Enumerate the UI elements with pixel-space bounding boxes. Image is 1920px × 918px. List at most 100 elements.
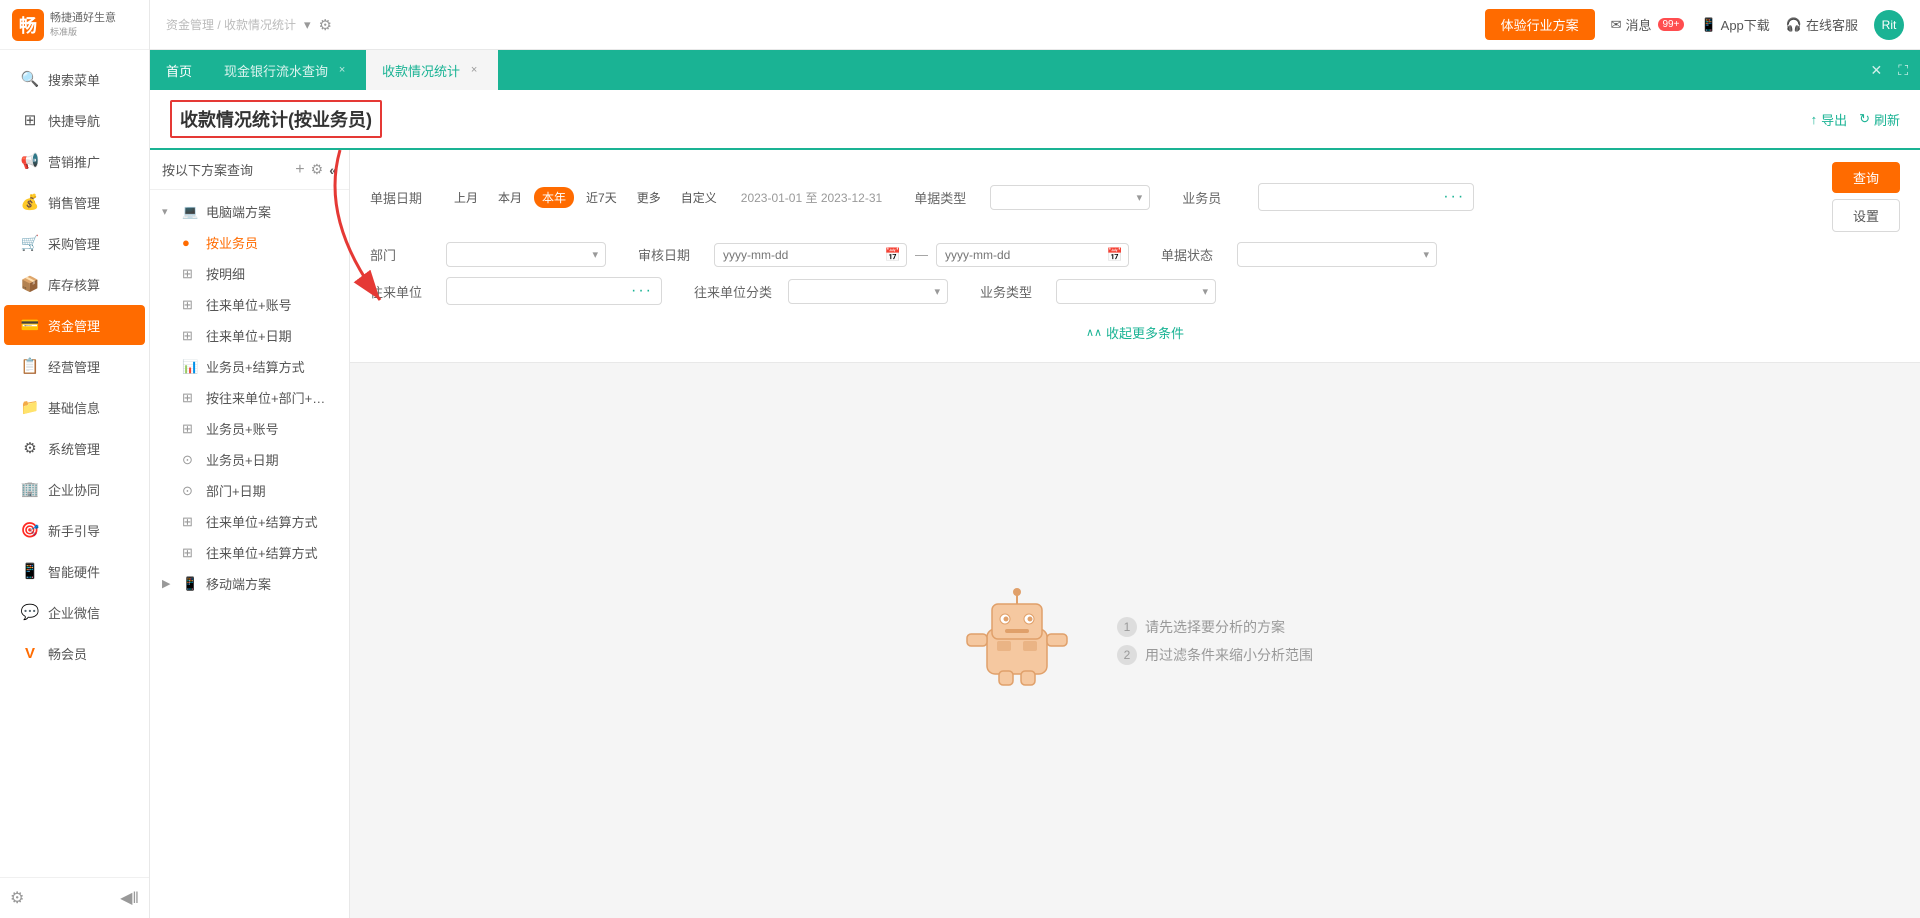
partner-category-select[interactable] — [788, 279, 948, 304]
step-num-2: 2 — [1117, 645, 1137, 665]
sidebar-item-label: 畅会员 — [48, 644, 87, 663]
date-tab-last-month[interactable]: 上月 — [446, 187, 486, 208]
empty-step-1: 1 请先选择要分析的方案 — [1117, 617, 1313, 637]
tab-receipt[interactable]: 收款情况统计 × — [366, 50, 498, 90]
topbar-dropdown-icon[interactable]: ▾ — [304, 17, 311, 33]
sidebar-item-label: 新手引导 — [48, 521, 100, 540]
sidebar-item-wechat[interactable]: 💬 企业微信 — [4, 592, 145, 632]
purchase-icon: 🛒 — [20, 233, 40, 253]
body-content: 1 请先选择要分析的方案 2 用过滤条件来缩小分析范围 — [350, 363, 1920, 918]
tree-item-partner-settle1[interactable]: ⊞ 往来单位+结算方式 — [170, 506, 349, 537]
date-tab-7days[interactable]: 近7天 — [578, 187, 625, 208]
topbar: 资金管理 / 收款情况统计 ▾ ⚙ 体验行业方案 ✉ 消息 99+ 📱 App下… — [150, 0, 1920, 50]
tab-home[interactable]: 首页 — [150, 50, 208, 90]
tree-item-dept-date[interactable]: ⊙ 部门+日期 — [170, 475, 349, 506]
sidebar-settings-icon[interactable]: ⚙ — [10, 888, 24, 908]
sidebar-item-member[interactable]: V 畅会员 — [4, 633, 145, 673]
tree-item-label: 往来单位+结算方式 — [206, 512, 337, 531]
sidebar-item-purchase[interactable]: 🛒 采购管理 — [4, 223, 145, 263]
operation-icon: 📋 — [20, 356, 40, 376]
tree-item-by-salesman[interactable]: ● 按业务员 — [170, 227, 349, 258]
user-avatar[interactable]: Rit — [1874, 10, 1904, 40]
scheme-add-icon[interactable]: + — [295, 161, 304, 179]
doc-status-label: 单据状态 — [1161, 245, 1221, 264]
tree-item-salesman-settle[interactable]: 📊 业务员+结算方式 — [170, 351, 349, 382]
partner-input[interactable] — [455, 284, 631, 299]
tab-expand-icon[interactable]: ⛶ — [1894, 58, 1912, 83]
tree-item-label: 部门+日期 — [206, 481, 337, 500]
salesman-dots[interactable]: ··· — [1443, 188, 1465, 206]
tree-item-salesman-date[interactable]: ⊙ 业务员+日期 — [170, 444, 349, 475]
dept-select[interactable] — [446, 242, 606, 267]
sidebar-item-inventory[interactable]: 📦 库存核算 — [4, 264, 145, 304]
partner-input-wrap: ··· — [446, 277, 662, 305]
doc-type-select[interactable] — [990, 185, 1150, 210]
hardware-icon: 📱 — [20, 561, 40, 581]
scheme-settings-icon[interactable]: ⚙ — [311, 161, 324, 178]
tabs-bar: 首页 现金银行流水查询 × 收款情况统计 × ✕ ⛶ — [150, 50, 1920, 90]
trial-btn[interactable]: 体验行业方案 — [1485, 9, 1595, 40]
basic-icon: 📁 — [20, 397, 40, 417]
tree-item-by-detail[interactable]: ⊞ 按明细 — [170, 258, 349, 289]
tree-item-salesman-account[interactable]: ⊞ 业务员+账号 — [170, 413, 349, 444]
sidebar-item-basic[interactable]: 📁 基础信息 — [4, 387, 145, 427]
online-service-action[interactable]: 🎧 在线客服 — [1786, 15, 1858, 34]
scheme-collapse-icon[interactable]: « — [329, 162, 337, 178]
step-2-label: 用过滤条件来缩小分析范围 — [1145, 645, 1313, 665]
tab-bank[interactable]: 现金银行流水查询 × — [208, 50, 366, 90]
sidebar-item-marketing[interactable]: 📢 营销推广 — [4, 141, 145, 181]
sidebar-item-guide[interactable]: 🎯 新手引导 — [4, 510, 145, 550]
collapse-chevron-icon: ∧∧ — [1086, 326, 1102, 339]
doc-status-select[interactable] — [1237, 242, 1437, 267]
tree-category-mobile[interactable]: ▶ 📱 移动端方案 — [150, 568, 349, 599]
receipt-tab-close[interactable]: × — [466, 62, 482, 78]
partner-dots[interactable]: ··· — [631, 282, 653, 300]
doc-status-select-wrap — [1237, 242, 1437, 267]
date-tab-more[interactable]: 更多 — [629, 187, 669, 208]
sidebar-item-operation[interactable]: 📋 经营管理 — [4, 346, 145, 386]
tree-item-partner-dept[interactable]: ⊞ 按往来单位+部门+收... — [170, 382, 349, 413]
main-area: 资金管理 / 收款情况统计 ▾ ⚙ 体验行业方案 ✉ 消息 99+ 📱 App下… — [150, 0, 1920, 918]
review-date-start[interactable] — [714, 243, 907, 267]
date-range: 2023-01-01 至 2023-12-31 — [741, 189, 882, 206]
logo-edition: 标准版 — [50, 25, 116, 38]
tab-close-all-icon[interactable]: ✕ — [1866, 58, 1886, 83]
finance-icon: 💳 — [20, 315, 40, 335]
biz-type-select[interactable] — [1056, 279, 1216, 304]
tree-category-label: 移动端方案 — [206, 574, 337, 593]
sidebar-item-system[interactable]: ⚙ 系统管理 — [4, 428, 145, 468]
review-date-end[interactable] — [936, 243, 1129, 267]
topbar-breadcrumb: 资金管理 / 收款情况统计 — [166, 16, 296, 33]
sidebar-item-search[interactable]: 🔍 搜索菜单 — [4, 59, 145, 99]
export-btn[interactable]: ↑ 导出 — [1811, 110, 1848, 129]
settings-button[interactable]: 设置 — [1832, 199, 1900, 232]
date-tab-this-year[interactable]: 本年 — [534, 187, 574, 208]
messages-action[interactable]: ✉ 消息 99+ — [1611, 15, 1685, 34]
member-icon: V — [20, 643, 40, 663]
app-download-action[interactable]: 📱 App下载 — [1700, 15, 1769, 34]
tree-item-partner-date[interactable]: ⊞ 往来单位+日期 — [170, 320, 349, 351]
date-tab-custom[interactable]: 自定义 — [673, 187, 725, 208]
biz-type-label: 业务类型 — [980, 282, 1040, 301]
salesman-input[interactable] — [1267, 190, 1443, 205]
sidebar-collapse-icon[interactable]: ◀‖ — [120, 888, 139, 908]
date-tab-this-month[interactable]: 本月 — [490, 187, 530, 208]
sidebar-item-sales[interactable]: 💰 销售管理 — [4, 182, 145, 222]
tree-item-label: 往来单位+日期 — [206, 326, 337, 345]
tree-item-partner-settle2[interactable]: ⊞ 往来单位+结算方式 — [170, 537, 349, 568]
sidebar-item-shortcut[interactable]: ⊞ 快捷导航 — [4, 100, 145, 140]
tree-item-partner-account[interactable]: ⊞ 往来单位+账号 — [170, 289, 349, 320]
sidebar-item-enterprise[interactable]: 🏢 企业协同 — [4, 469, 145, 509]
refresh-btn[interactable]: ↻ 刷新 — [1859, 110, 1900, 129]
sidebar-item-finance[interactable]: 💳 资金管理 — [4, 305, 145, 345]
query-button[interactable]: 查询 — [1832, 162, 1900, 193]
messages-icon: ✉ — [1611, 17, 1622, 33]
tree-category-desktop[interactable]: ▾ 💻 电脑端方案 — [150, 196, 349, 227]
marketing-icon: 📢 — [20, 151, 40, 171]
sidebar-item-hardware[interactable]: 📱 智能硬件 — [4, 551, 145, 591]
refresh-icon: ↻ — [1859, 111, 1870, 127]
bank-tab-close[interactable]: × — [334, 62, 350, 78]
collapse-bar[interactable]: ∧∧ 收起更多条件 — [370, 315, 1900, 350]
empty-step-2: 2 用过滤条件来缩小分析范围 — [1117, 645, 1313, 665]
topbar-settings-icon[interactable]: ⚙ — [319, 16, 332, 34]
